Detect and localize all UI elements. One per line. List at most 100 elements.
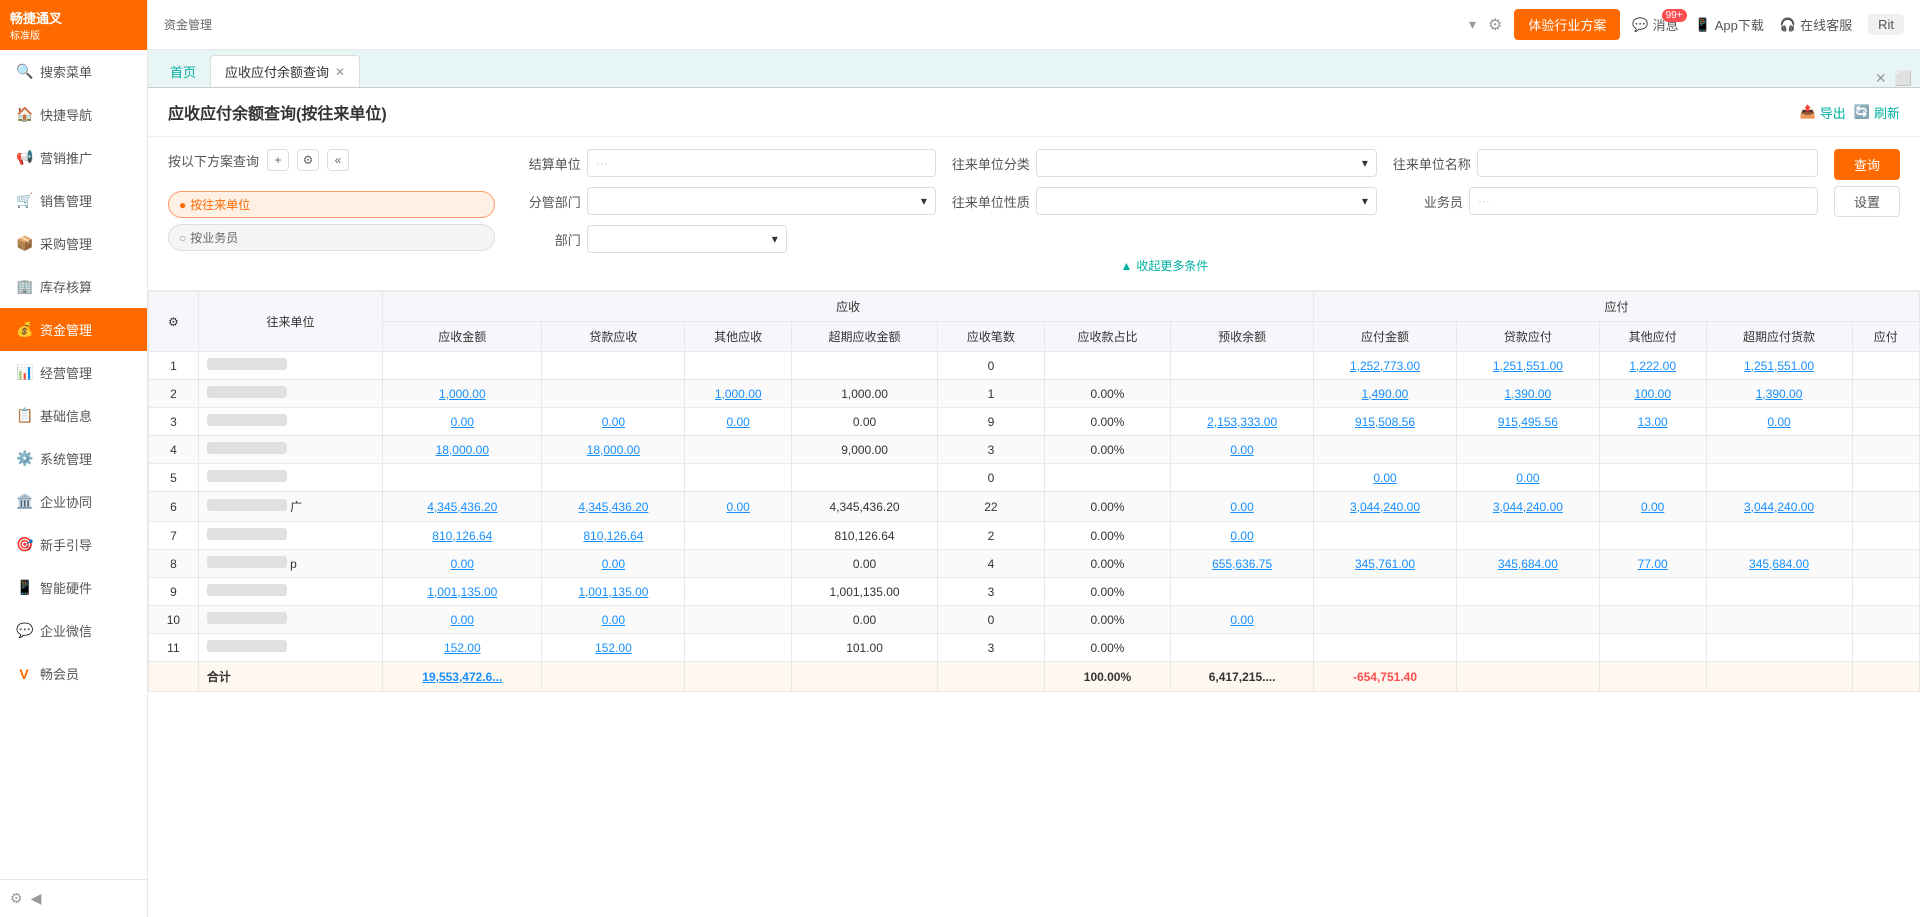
sidebar: 畅捷通叉 标准版 🔍 搜索菜单 🏠 快捷导航 📢 营销推广 🛒 销售管理 bbox=[0, 0, 148, 917]
collapse-more-btn[interactable]: ▲ 收起更多条件 bbox=[511, 253, 1818, 278]
tab-close-icon[interactable]: ✕ bbox=[335, 65, 345, 79]
sidebar-item-marketing[interactable]: 📢 营销推广 bbox=[0, 136, 147, 179]
wechat-icon: 💬 bbox=[16, 622, 32, 639]
setting-button[interactable]: 设置 bbox=[1834, 186, 1900, 217]
sidebar-item-guide[interactable]: 🎯 新手引导 bbox=[0, 523, 147, 566]
summary-recv-count bbox=[938, 662, 1045, 692]
filter-scheme-partner[interactable]: ● 按往来单位 bbox=[168, 191, 495, 218]
filter-row-2: 分管部门 ▾ 往来单位性质 bbox=[511, 187, 1818, 215]
settlement-unit-input[interactable]: ··· bbox=[587, 149, 936, 177]
th-settings[interactable]: ⚙ bbox=[149, 292, 199, 352]
row-partner bbox=[198, 606, 382, 634]
table-row: 91,001,135.001,001,135.001,001,135.0030.… bbox=[149, 578, 1920, 606]
sidebar-settings-btn[interactable]: ⚙ bbox=[10, 890, 23, 907]
th-partner: 往来单位 bbox=[198, 292, 382, 352]
row-number: 2 bbox=[149, 380, 199, 408]
section-select[interactable]: ▾ bbox=[587, 225, 787, 253]
sidebar-logo: 畅捷通叉 标准版 bbox=[0, 0, 147, 50]
section-chevron-icon: ▾ bbox=[772, 232, 778, 246]
table-settings-icon[interactable]: ⚙ bbox=[168, 315, 179, 329]
salesperson-input[interactable]: ··· bbox=[1469, 187, 1818, 215]
sidebar-label-basic-info: 基础信息 bbox=[40, 406, 92, 425]
sidebar-item-basic-info[interactable]: 📋 基础信息 bbox=[0, 394, 147, 437]
sales-icon: 🛒 bbox=[16, 192, 32, 209]
row-number: 4 bbox=[149, 436, 199, 464]
table-row: 100.000.000.0000.00%0.00 bbox=[149, 606, 1920, 634]
refresh-button[interactable]: 🔄 刷新 bbox=[1854, 103, 1900, 122]
user-label: Rit bbox=[1878, 17, 1894, 32]
summary-recv-other bbox=[685, 662, 792, 692]
sidebar-item-search[interactable]: 🔍 搜索菜单 bbox=[0, 50, 147, 93]
online-service-button[interactable]: 🎧 在线客服 bbox=[1780, 15, 1852, 34]
sidebar-item-purchase[interactable]: 📦 采购管理 bbox=[0, 222, 147, 265]
summary-pay-amt: -654,751.40 bbox=[1314, 662, 1457, 692]
table-row: 30.000.000.000.0090.00%2,153,333.00915,5… bbox=[149, 408, 1920, 436]
partner-name-input[interactable] bbox=[1477, 149, 1818, 177]
filter-add-btn[interactable]: + bbox=[267, 149, 289, 171]
topbar-dropdown-icon[interactable]: ▾ bbox=[1469, 16, 1476, 33]
user-info[interactable]: Rit bbox=[1868, 14, 1904, 35]
filter-scheme-salesperson[interactable]: ○ 按业务员 bbox=[168, 224, 495, 251]
settlement-unit-label: 结算单位 bbox=[511, 154, 581, 173]
service-icon: 🎧 bbox=[1780, 17, 1796, 33]
operations-icon: 📊 bbox=[16, 364, 32, 381]
scheme-icon: ● bbox=[179, 198, 186, 212]
row-number: 9 bbox=[149, 578, 199, 606]
online-service-label: 在线客服 bbox=[1800, 15, 1852, 34]
sidebar-item-sales[interactable]: 🛒 销售管理 bbox=[0, 179, 147, 222]
window-close-icon[interactable]: ✕ bbox=[1875, 70, 1887, 87]
topbar-breadcrumb: 资金管理 bbox=[164, 16, 1457, 33]
sidebar-label-system: 系统管理 bbox=[40, 449, 92, 468]
row-number: 3 bbox=[149, 408, 199, 436]
logo-name: 畅捷通叉 bbox=[10, 8, 62, 27]
refresh-label: 刷新 bbox=[1874, 103, 1900, 122]
member-icon: V bbox=[16, 666, 32, 682]
filter-field-partner-nature: 往来单位性质 ▾ bbox=[952, 187, 1377, 215]
filter-collapse-btn[interactable]: « bbox=[327, 149, 349, 171]
row-partner bbox=[198, 408, 382, 436]
partner-nature-select[interactable]: ▾ bbox=[1036, 187, 1377, 215]
row-number: 11 bbox=[149, 634, 199, 662]
tab-balance-query[interactable]: 应收应付余额查询 ✕ bbox=[210, 55, 360, 87]
sidebar-item-inventory[interactable]: 🏢 库存核算 bbox=[0, 265, 147, 308]
partner-category-select[interactable]: ▾ bbox=[1036, 149, 1377, 177]
sidebar-collapse-btn[interactable]: ◀ bbox=[31, 890, 42, 907]
th-recv-amt: 应收金额 bbox=[383, 322, 542, 352]
page-title: 应收应付余额查询(按往来单位) bbox=[168, 100, 1800, 124]
industry-plan-button[interactable]: 体验行业方案 bbox=[1514, 9, 1620, 40]
filter-top: 按以下方案查询 + ⚙ « bbox=[168, 149, 495, 171]
sidebar-item-fund[interactable]: 💰 资金管理 bbox=[0, 308, 147, 351]
filter-field-section: 部门 ▾ bbox=[511, 225, 1818, 253]
table-row: 11152.00152.00101.0030.00% bbox=[149, 634, 1920, 662]
message-button[interactable]: 💬 消息 99+ bbox=[1632, 15, 1678, 34]
guide-icon: 🎯 bbox=[16, 536, 32, 553]
app-download-button[interactable]: 📱 App下载 bbox=[1695, 15, 1764, 34]
topbar-settings-icon[interactable]: ⚙ bbox=[1488, 15, 1502, 35]
sidebar-item-quick-nav[interactable]: 🏠 快捷导航 bbox=[0, 93, 147, 136]
export-button[interactable]: 📤 导出 bbox=[1800, 103, 1846, 122]
table-wrapper: ⚙ 往来单位 应收 应付 应收金额 贷款应收 其他应收 超期应收金额 应收笔数 bbox=[148, 291, 1920, 917]
th-pay-loan: 贷款应付 bbox=[1456, 322, 1599, 352]
sidebar-item-system[interactable]: ⚙️ 系统管理 bbox=[0, 437, 147, 480]
th-pay-other: 其他应付 bbox=[1599, 322, 1706, 352]
filter-field-partner-name: 往来单位名称 bbox=[1393, 149, 1818, 177]
inventory-icon: 🏢 bbox=[16, 278, 32, 295]
filter-area: 按以下方案查询 + ⚙ « ● 按往来单位 ○ bbox=[148, 137, 1920, 291]
window-maximize-icon[interactable]: ⬜ bbox=[1895, 70, 1912, 87]
dept-select[interactable]: ▾ bbox=[587, 187, 936, 215]
th-recv-count: 应收笔数 bbox=[938, 322, 1045, 352]
sidebar-item-member[interactable]: V 畅会员 bbox=[0, 652, 147, 695]
summary-recv-amt[interactable]: 19,553,472.6... bbox=[383, 662, 542, 692]
sidebar-item-enterprise[interactable]: 🏛️ 企业协同 bbox=[0, 480, 147, 523]
sidebar-item-wechat[interactable]: 💬 企业微信 bbox=[0, 609, 147, 652]
sidebar-item-smart-hw[interactable]: 📱 智能硬件 bbox=[0, 566, 147, 609]
filter-settings-btn[interactable]: ⚙ bbox=[297, 149, 319, 171]
th-overdue-recv: 超期应收金额 bbox=[792, 322, 938, 352]
enterprise-icon: 🏛️ bbox=[16, 493, 32, 510]
sidebar-footer: ⚙ ◀ bbox=[0, 879, 147, 917]
th-pay-extra: 应付 bbox=[1852, 322, 1919, 352]
sidebar-item-operations[interactable]: 📊 经营管理 bbox=[0, 351, 147, 394]
refresh-icon: 🔄 bbox=[1854, 104, 1870, 120]
tab-home[interactable]: 首页 bbox=[156, 56, 210, 87]
query-button[interactable]: 查询 bbox=[1834, 149, 1900, 180]
